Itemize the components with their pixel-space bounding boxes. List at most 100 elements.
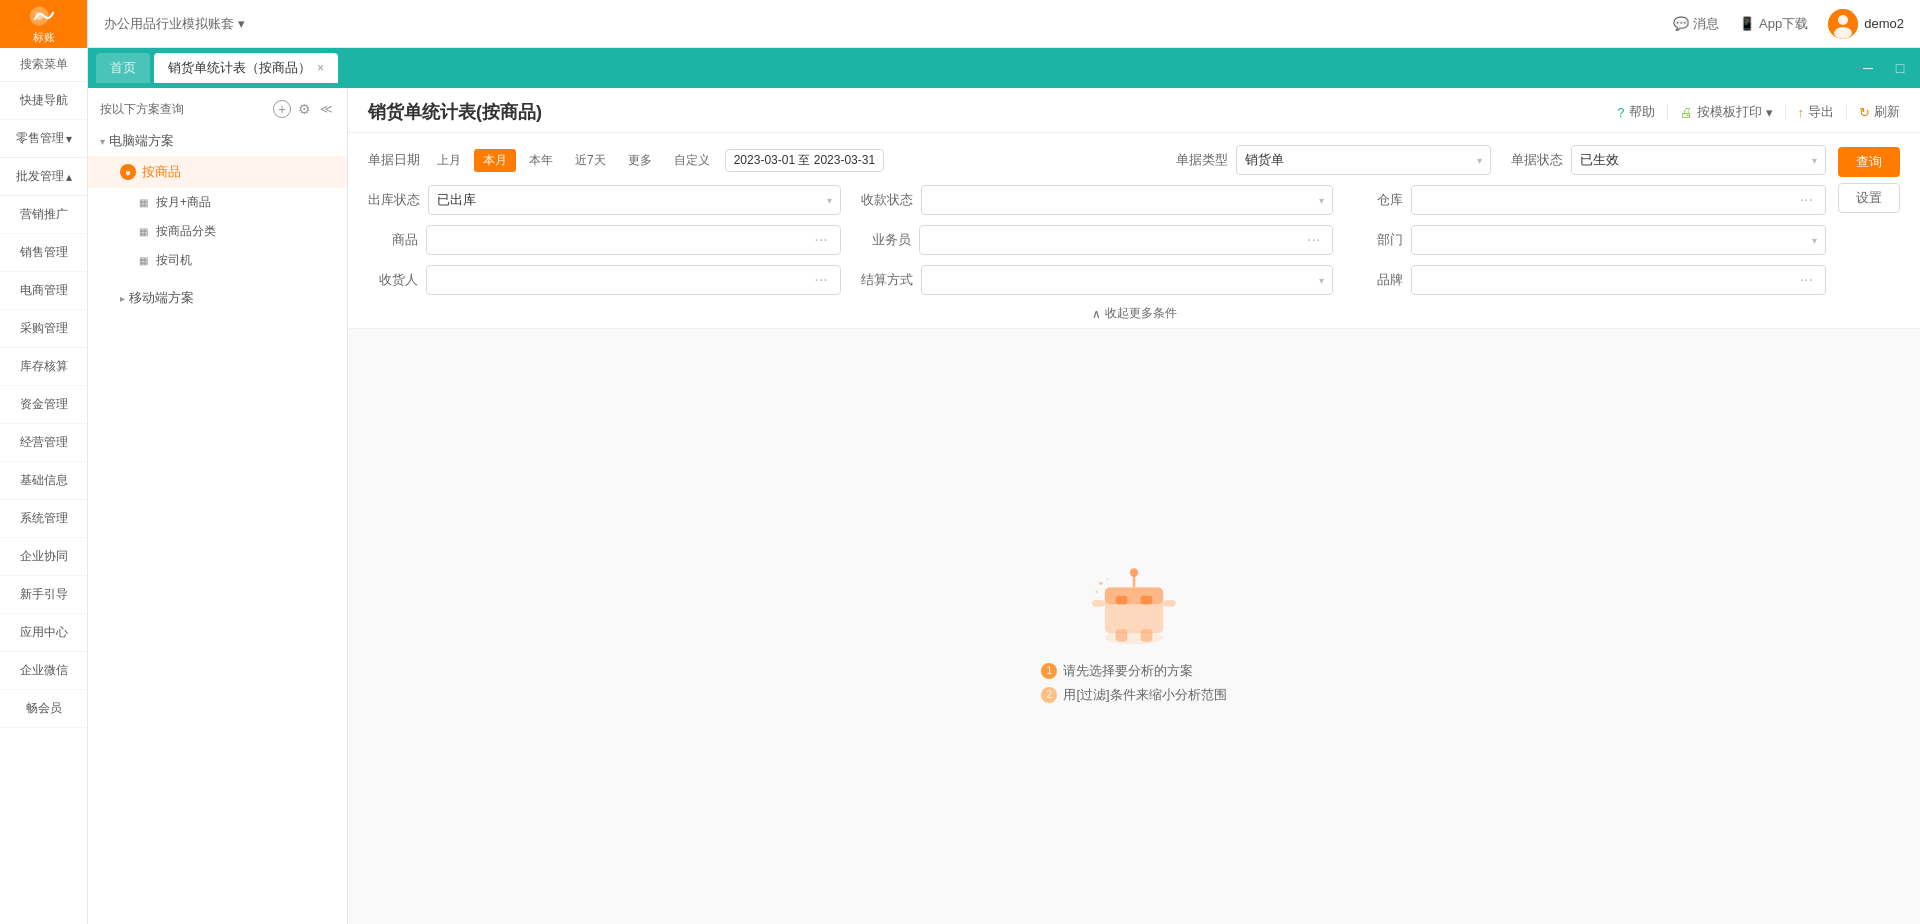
top-header: 办公用品行业模拟账套 ▾ 💬 消息 📱 App下载 xyxy=(88,0,1920,48)
print-button[interactable]: 🖨 按模板打印 ▾ xyxy=(1680,103,1773,121)
tab-home[interactable]: 首页 xyxy=(96,53,150,83)
app-logo-text: 标账 xyxy=(33,30,55,45)
settings-button[interactable]: 设置 xyxy=(1838,183,1900,213)
sidebar-item-marketing[interactable]: 营销推广 xyxy=(0,196,87,234)
sidebar-item-basic[interactable]: 基础信息 xyxy=(0,462,87,500)
pc-group-title[interactable]: ▾ 电脑端方案 xyxy=(88,126,347,156)
date-range-input[interactable]: 2023-03-01 至 2023-03-31 xyxy=(725,149,884,172)
scheme-subitem-month-goods[interactable]: ▦ 按月+商品 xyxy=(88,188,347,217)
sidebar-item-member[interactable]: 畅会员 xyxy=(0,690,87,728)
tab-maximize-button[interactable]: □ xyxy=(1888,56,1912,80)
doc-type-select[interactable]: 销货单 ▾ xyxy=(1236,145,1491,175)
app-logo[interactable]: 标账 xyxy=(0,0,87,48)
print-arrow-icon: ▾ xyxy=(1766,105,1773,120)
date-more-pill[interactable]: 更多 xyxy=(619,149,661,172)
sidebar-item-sales[interactable]: 销售管理 xyxy=(0,234,87,272)
date-year-pill[interactable]: 本年 xyxy=(520,149,562,172)
warehouse-select[interactable]: ··· xyxy=(1411,185,1826,215)
date-curr-pill[interactable]: 本月 xyxy=(474,149,516,172)
wholesale-arrow: ▴ xyxy=(66,170,72,184)
sidebar-item-ecommerce[interactable]: 电商管理 xyxy=(0,272,87,310)
help-button[interactable]: ? 帮助 xyxy=(1617,103,1654,121)
filter-field-doc-status: 单据状态 已生效 ▾ xyxy=(1511,145,1826,175)
scheme-subitem-driver[interactable]: ▦ 按司机 xyxy=(88,246,347,275)
message-label: 消息 xyxy=(1693,15,1719,33)
app-download-button[interactable]: 📱 App下载 xyxy=(1739,15,1808,33)
empty-tips: 1 请先选择要分析的方案 2 用[过滤]条件来缩小分析范围 xyxy=(1041,662,1226,704)
tab-sales-stats[interactable]: 销货单统计表（按商品） × xyxy=(154,53,338,83)
payment-status-select[interactable]: ▾ xyxy=(921,185,1334,215)
sidebar-group-retail[interactable]: 零售管理 ▾ xyxy=(0,120,87,158)
receiver-dots-button[interactable]: ··· xyxy=(810,271,831,289)
date-7days-pill[interactable]: 近7天 xyxy=(566,149,615,172)
inventory-label: 库存核算 xyxy=(20,359,68,373)
sidebar-item-newbie[interactable]: 新手引导 xyxy=(0,576,87,614)
sidebar-item-wechat[interactable]: 企业微信 xyxy=(0,652,87,690)
svg-rect-9 xyxy=(1141,595,1153,603)
filter-row-2: 出库状态 已出库 ▾ 收款状态 xyxy=(368,185,1826,215)
user-info[interactable]: demo2 xyxy=(1828,9,1904,39)
sidebar-item-purchase[interactable]: 采购管理 xyxy=(0,310,87,348)
sidebar-item-operations[interactable]: 经营管理 xyxy=(0,424,87,462)
scheme-settings-button[interactable]: ⚙ xyxy=(295,100,313,118)
svg-rect-7 xyxy=(1105,587,1163,604)
date-custom-pill[interactable]: 自定义 xyxy=(665,149,719,172)
filter-field-date: 单据日期 上月 本月 本年 近7天 更多 自定义 xyxy=(368,149,1156,172)
filter-row-3: 商品 ··· 业务员 xyxy=(368,225,1826,255)
maximize-icon: □ xyxy=(1896,60,1904,76)
doc-status-arrow-icon: ▾ xyxy=(1812,155,1817,166)
date-prev-pill[interactable]: 上月 xyxy=(428,149,470,172)
refresh-button[interactable]: ↻ 刷新 xyxy=(1859,103,1900,121)
doc-status-label: 单据状态 xyxy=(1511,151,1563,169)
salesperson-dots-button[interactable]: ··· xyxy=(1303,231,1324,249)
warehouse-status-value: 已出库 xyxy=(437,191,476,209)
collapse-bar[interactable]: ∧ 收起更多条件 xyxy=(348,299,1920,329)
apps-label: 应用中心 xyxy=(20,625,68,639)
sidebar-group-wholesale[interactable]: 批发管理 ▴ xyxy=(0,158,87,196)
dept-label: 部门 xyxy=(1353,231,1403,249)
sales-label: 销售管理 xyxy=(20,245,68,259)
salesperson-select[interactable]: ··· xyxy=(919,225,1334,255)
goods-dots-button[interactable]: ··· xyxy=(810,231,831,249)
message-button[interactable]: 💬 消息 xyxy=(1673,15,1719,33)
filter-field-receiver: 收货人 ··· xyxy=(368,265,841,295)
sidebar-item-finance[interactable]: 资金管理 xyxy=(0,386,87,424)
sidebar-item-system[interactable]: 系统管理 xyxy=(0,500,87,538)
scheme-item-by-goods[interactable]: ● 按商品 xyxy=(88,156,347,188)
settlement-select[interactable]: ▾ xyxy=(921,265,1334,295)
tab-minimize-button[interactable]: ─ xyxy=(1856,56,1880,80)
svg-point-18 xyxy=(1106,577,1109,580)
username-label: demo2 xyxy=(1864,16,1904,31)
warehouse-dots-button[interactable]: ··· xyxy=(1796,191,1817,209)
empty-tip-1: 1 请先选择要分析的方案 xyxy=(1041,662,1226,680)
sidebar-item-enterprise[interactable]: 企业协同 xyxy=(0,538,87,576)
brand-select[interactable]: ··· xyxy=(1411,265,1826,295)
scheme-item-icon: ● xyxy=(120,164,136,180)
svg-point-11 xyxy=(1130,568,1138,576)
svg-point-3 xyxy=(1838,15,1848,25)
add-scheme-button[interactable]: + xyxy=(273,100,291,118)
doc-status-select[interactable]: 已生效 ▾ xyxy=(1571,145,1826,175)
filter-panel: 按以下方案查询 + ⚙ ≪ ▾ 电脑端方案 xyxy=(88,88,348,924)
brand-dots-button[interactable]: ··· xyxy=(1796,271,1817,289)
mobile-group-title[interactable]: ▸ 移动端方案 xyxy=(88,283,347,313)
dept-select[interactable]: ▾ xyxy=(1411,225,1826,255)
empty-illustration xyxy=(1084,550,1184,650)
export-button[interactable]: ↑ 导出 xyxy=(1798,103,1835,121)
sidebar-item-inventory[interactable]: 库存核算 xyxy=(0,348,87,386)
tab-close-icon[interactable]: × xyxy=(317,61,324,75)
scheme-collapse-button[interactable]: ≪ xyxy=(317,100,335,118)
purchase-label: 采购管理 xyxy=(20,321,68,335)
receiver-select[interactable]: ··· xyxy=(426,265,841,295)
scheme-subitem-goods-category[interactable]: ▦ 按商品分类 xyxy=(88,217,347,246)
sidebar-search[interactable]: 搜索菜单 xyxy=(0,48,87,82)
sidebar-item-apps[interactable]: 应用中心 xyxy=(0,614,87,652)
wholesale-label: 批发管理 xyxy=(16,168,64,185)
sidebar-item-quick[interactable]: 快捷导航 xyxy=(0,82,87,120)
warehouse-status-select[interactable]: 已出库 ▾ xyxy=(428,185,841,215)
subitem-icon2: ▦ xyxy=(136,225,150,239)
query-button[interactable]: 查询 xyxy=(1838,147,1900,177)
goods-select[interactable]: ··· xyxy=(426,225,841,255)
filter-field-settlement: 结算方式 ▾ xyxy=(861,265,1334,295)
industry-selector[interactable]: 办公用品行业模拟账套 ▾ xyxy=(104,15,245,33)
